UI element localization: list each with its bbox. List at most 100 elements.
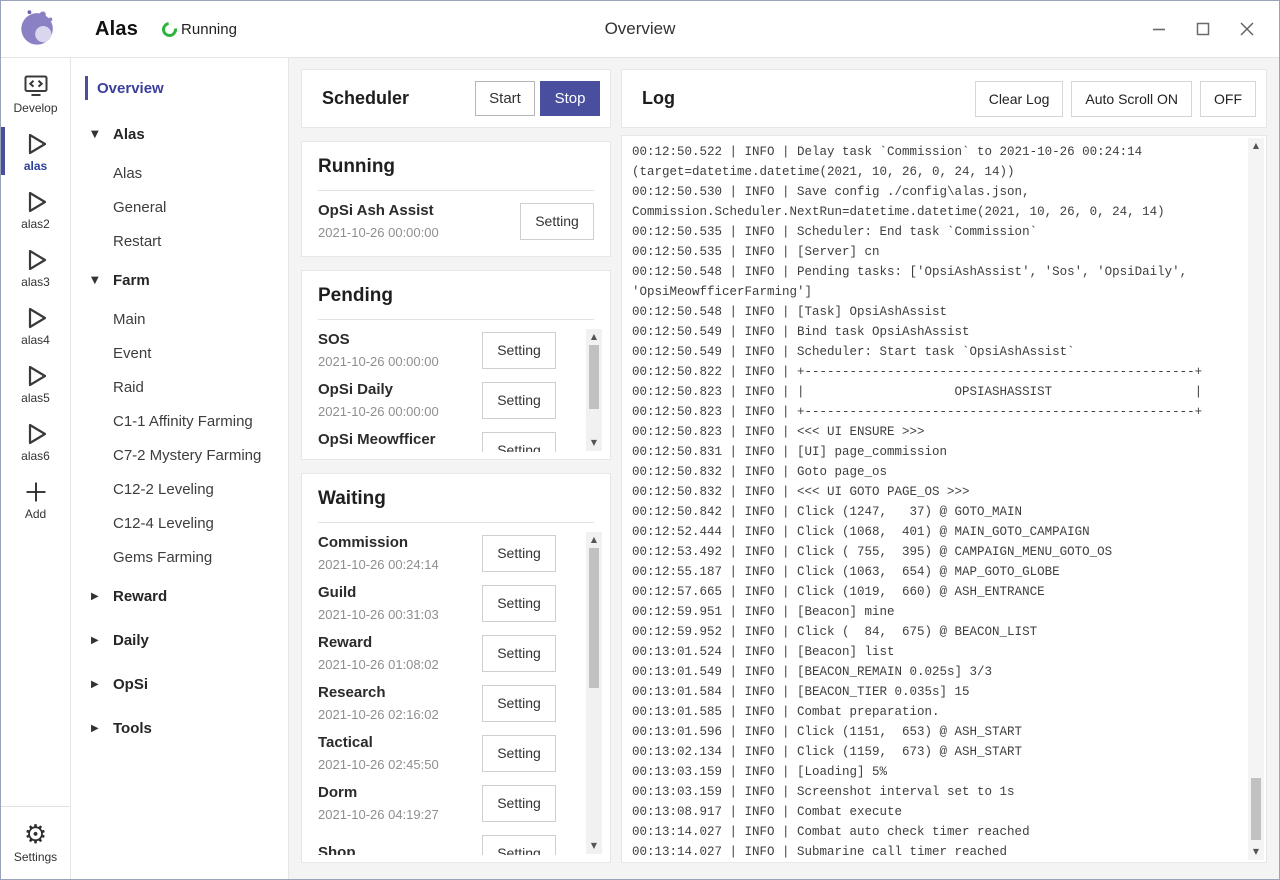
rail-item-alas5[interactable]: alas5 [1, 354, 70, 412]
running-panel: Running OpSi Ash Assist 2021-10-26 00:00… [301, 141, 611, 257]
log-line: 00:12:50.823 | INFO | +-----------------… [632, 402, 1240, 422]
task-setting-button[interactable]: Setting [482, 535, 556, 572]
task-row: Commission 2021-10-26 00:24:14 Setting [318, 533, 556, 573]
pending-scrollbar[interactable]: ▲ ▼ [586, 329, 602, 451]
task-next-run-time: 2021-10-26 00:00:00 [318, 404, 482, 420]
auto-scroll-on-button[interactable]: Auto Scroll ON [1071, 81, 1192, 117]
log-scrollbar[interactable]: ▲ ▼ [1248, 138, 1264, 860]
log-line: 00:12:50.548 | INFO | [Task] OpsiAshAssi… [632, 302, 1240, 322]
task-name: OpSi Daily [318, 380, 482, 400]
task-next-run-time: 2021-10-26 00:00:00 [318, 354, 482, 370]
task-setting-button[interactable]: Setting [482, 432, 556, 453]
waiting-scrollbar[interactable]: ▲ ▼ [586, 532, 602, 854]
sidebar-group-alas[interactable]: ▼ Alas [71, 112, 288, 156]
clear-log-button[interactable]: Clear Log [975, 81, 1064, 117]
task-setting-button[interactable]: Setting [482, 585, 556, 622]
sidebar-group-daily[interactable]: ▶ Daily [71, 618, 288, 662]
rail-item-settings[interactable]: ⚙ Settings [1, 813, 70, 871]
task-name: Guild [318, 583, 482, 603]
task-setting-button[interactable]: Setting [482, 735, 556, 772]
sidebar-item-c12-4-leveling[interactable]: C12-4 Leveling [71, 506, 288, 540]
sidebar-group-tools[interactable]: ▶ Tools [71, 706, 288, 750]
gear-icon: ⚙ [22, 821, 50, 849]
log-line: 00:12:50.530 | INFO | Save config ./conf… [632, 182, 1240, 202]
sidebar-item-c1-1-affinity-farming[interactable]: C1-1 Affinity Farming [71, 404, 288, 438]
sidebar-item-gems-farming[interactable]: Gems Farming [71, 540, 288, 574]
task-next-run-time: 2021-10-26 00:00:00 [318, 225, 520, 241]
task-setting-button[interactable]: Setting [482, 332, 556, 369]
scheduler-column: Scheduler Start Stop Running OpSi Ash As… [301, 69, 611, 863]
task-setting-button[interactable]: Setting [482, 785, 556, 822]
task-row: OpSi Ash Assist 2021-10-26 00:00:00 Sett… [318, 201, 594, 241]
sidebar-item-main[interactable]: Main [71, 302, 288, 336]
log-output[interactable]: 00:12:50.522 | INFO | Delay task `Commis… [621, 135, 1267, 863]
task-setting-button[interactable]: Setting [482, 835, 556, 856]
scheduler-panel: Scheduler Start Stop [301, 69, 611, 128]
app-logo-icon [17, 6, 59, 53]
minimize-button[interactable] [1145, 15, 1173, 43]
sidebar-item-raid[interactable]: Raid [71, 370, 288, 404]
rail-item-alas6[interactable]: alas6 [1, 412, 70, 470]
sidebar-group-reward[interactable]: ▶ Reward [71, 574, 288, 618]
log-line: 00:12:59.951 | INFO | [Beacon] mine [632, 602, 1240, 622]
sidebar-group-farm[interactable]: ▼ Farm [71, 258, 288, 302]
sidebar-item-c12-2-leveling[interactable]: C12-2 Leveling [71, 472, 288, 506]
play-icon [22, 420, 50, 448]
log-line: 00:12:50.535 | INFO | [Server] cn [632, 242, 1240, 262]
log-line: 00:12:50.823 | INFO | <<< UI ENSURE >>> [632, 422, 1240, 442]
stop-button[interactable]: Stop [540, 81, 600, 116]
sidebar-item-c7-2-mystery-farming[interactable]: C7-2 Mystery Farming [71, 438, 288, 472]
scrollbar-thumb[interactable] [589, 548, 599, 688]
scroll-up-icon[interactable]: ▲ [1248, 139, 1264, 153]
chevron-icon: ▼ [91, 129, 104, 140]
auto-scroll-off-button[interactable]: OFF [1200, 81, 1256, 117]
sidebar-item-overview[interactable]: Overview [71, 74, 288, 102]
scroll-up-icon[interactable]: ▲ [586, 533, 602, 547]
log-line: 00:13:08.917 | INFO | Combat execute [632, 802, 1240, 822]
rail-item-alas2[interactable]: alas2 [1, 180, 70, 238]
log-line: 00:12:50.522 | INFO | Delay task `Commis… [632, 142, 1240, 162]
task-setting-button[interactable]: Setting [520, 203, 594, 240]
running-task-list: OpSi Ash Assist 2021-10-26 00:00:00 Sett… [318, 191, 594, 251]
plus-icon [22, 478, 50, 506]
task-row: OpSi Daily 2021-10-26 00:00:00 Setting [318, 380, 556, 420]
close-button[interactable] [1233, 15, 1261, 43]
rail-item-alas4[interactable]: alas4 [1, 296, 70, 354]
scroll-up-icon[interactable]: ▲ [586, 330, 602, 344]
task-setting-button[interactable]: Setting [482, 635, 556, 672]
task-setting-button[interactable]: Setting [482, 382, 556, 419]
task-row: Tactical 2021-10-26 02:45:50 Setting [318, 733, 556, 773]
task-next-run-time: 2021-10-26 01:08:02 [318, 657, 482, 673]
scrollbar-thumb[interactable] [1251, 778, 1261, 840]
chevron-icon: ▶ [91, 723, 104, 734]
running-spinner-icon [159, 19, 180, 40]
chevron-icon: ▶ [91, 679, 104, 690]
sidebar-item-event[interactable]: Event [71, 336, 288, 370]
scroll-down-icon[interactable]: ▼ [586, 839, 602, 853]
rail-item-add[interactable]: Add [1, 470, 70, 528]
scroll-down-icon[interactable]: ▼ [1248, 845, 1264, 859]
task-next-run-time: 2021-10-26 02:45:50 [318, 757, 482, 773]
scroll-down-icon[interactable]: ▼ [586, 436, 602, 450]
log-lines: 00:12:50.522 | INFO | Delay task `Commis… [632, 142, 1240, 862]
task-name: OpSi Ash Assist [318, 201, 520, 221]
sidebar-item-general[interactable]: General [71, 190, 288, 224]
task-setting-button[interactable]: Setting [482, 685, 556, 722]
scrollbar-thumb[interactable] [589, 345, 599, 409]
sidebar-item-restart[interactable]: Restart [71, 224, 288, 258]
play-icon [22, 304, 50, 332]
sidebar-group-opsi[interactable]: ▶ OpSi [71, 662, 288, 706]
log-panel-title: Log [642, 88, 967, 109]
log-line: 00:12:50.822 | INFO | +-----------------… [632, 362, 1240, 382]
rail-item-develop[interactable]: Develop [1, 64, 70, 122]
task-row: Guild 2021-10-26 00:31:03 Setting [318, 583, 556, 623]
app-title: Alas [95, 18, 138, 41]
log-line: 00:13:01.584 | INFO | [BEACON_TIER 0.035… [632, 682, 1240, 702]
log-column: Log Clear Log Auto Scroll ON OFF 00:12:5… [621, 69, 1267, 863]
start-button[interactable]: Start [475, 81, 535, 116]
rail-item-alas3[interactable]: alas3 [1, 238, 70, 296]
maximize-button[interactable] [1189, 15, 1217, 43]
rail-item-alas[interactable]: alas [1, 122, 70, 180]
log-line: 00:12:50.842 | INFO | Click (1247, 37) @… [632, 502, 1240, 522]
sidebar-item-alas[interactable]: Alas [71, 156, 288, 190]
